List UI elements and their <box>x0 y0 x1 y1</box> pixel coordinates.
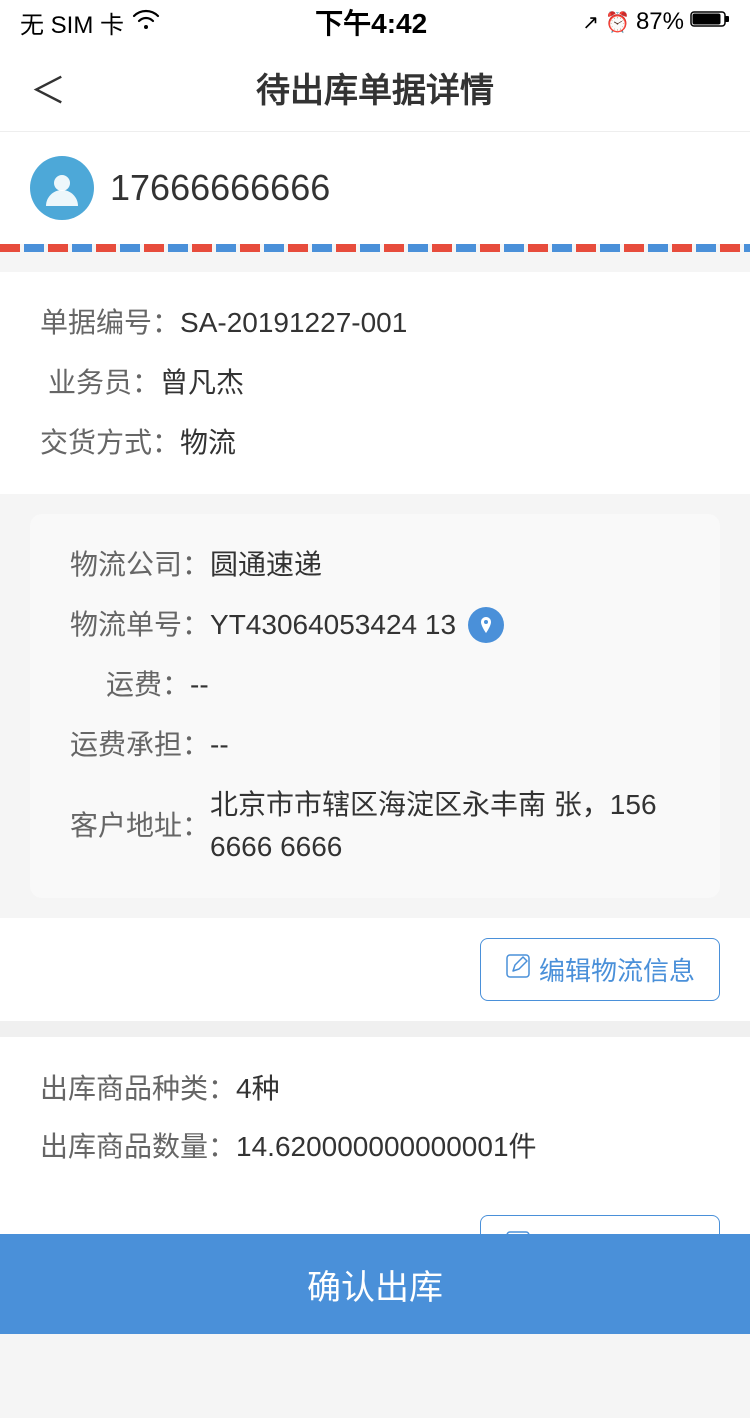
confirm-btn-container[interactable]: 确认出库 <box>0 1234 750 1334</box>
edit-logistics-label: 编辑物流信息 <box>539 951 695 988</box>
location-status-icon: ↗ <box>582 10 599 35</box>
battery-label: 87% <box>636 8 684 36</box>
freight-bearer-label: 运费承担： <box>70 724 210 766</box>
goods-types-label: 出库商品种类： <box>40 1067 236 1107</box>
confirm-btn-label: 确认出库 <box>307 1260 443 1309</box>
back-button[interactable]: ＜ <box>30 62 66 114</box>
dashed-divider <box>0 244 750 252</box>
alarm-icon: ⏰ <box>605 10 630 35</box>
section-divider <box>0 1021 750 1037</box>
wifi-icon <box>132 8 160 36</box>
goods-section: 出库商品种类： 4种 出库商品数量： 14.620000000000001件 <box>0 1037 750 1195</box>
tracking-number: YT43064053424 13 <box>210 604 456 646</box>
status-time: 下午4:42 <box>315 2 427 42</box>
avatar <box>30 156 94 220</box>
salesman-value: 曾凡杰 <box>160 362 710 404</box>
freight-label: 运费： <box>70 664 190 706</box>
edit-btn-container: 编辑物流信息 <box>0 918 750 1021</box>
goods-types-row: 出库商品种类： 4种 <box>40 1067 710 1107</box>
freight-bearer-value: -- <box>210 724 680 766</box>
edit-logistics-button[interactable]: 编辑物流信息 <box>480 938 720 1001</box>
freight-bearer-row: 运费承担： -- <box>70 724 680 766</box>
address-value: 北京市市辖区海淀区永丰南 张，156 6666 6666 <box>210 784 680 868</box>
page-title: 待出库单据详情 <box>256 63 494 112</box>
basic-info-section: 单据编号： SA-20191227-001 业务员： 曾凡杰 交货方式： 物流 <box>0 272 750 494</box>
user-phone: 17666666666 <box>110 167 330 209</box>
nav-bar: ＜ 待出库单据详情 <box>0 44 750 132</box>
salesman-label: 业务员： <box>40 362 160 404</box>
goods-quantity-row: 出库商品数量： 14.620000000000001件 <box>40 1125 710 1165</box>
company-label: 物流公司： <box>70 544 210 586</box>
status-right: ↗ ⏰ 87% <box>582 8 730 36</box>
tracking-row: 物流单号： YT43064053424 13 <box>70 604 680 646</box>
goods-quantity-label: 出库商品数量： <box>40 1125 236 1165</box>
edit-icon <box>505 953 531 986</box>
company-row: 物流公司： 圆通速递 <box>70 544 680 586</box>
freight-value: -- <box>190 664 680 706</box>
order-no-label: 单据编号： <box>40 302 180 344</box>
tracking-value-container: YT43064053424 13 <box>210 604 680 646</box>
order-no-value: SA-20191227-001 <box>180 302 710 344</box>
status-bar: 无 SIM 卡 下午4:42 ↗ ⏰ 87% <box>0 0 750 44</box>
delivery-label: 交货方式： <box>40 422 180 464</box>
battery-icon <box>690 8 730 36</box>
carrier-label: 无 SIM 卡 <box>20 5 124 40</box>
order-no-row: 单据编号： SA-20191227-001 <box>40 302 710 344</box>
logistics-card: 物流公司： 圆通速递 物流单号： YT43064053424 13 运费： --… <box>30 514 720 898</box>
goods-quantity-value: 14.620000000000001件 <box>236 1125 537 1165</box>
goods-types-value: 4种 <box>236 1067 280 1107</box>
company-value: 圆通速递 <box>210 544 680 586</box>
user-header: 17666666666 <box>0 132 750 244</box>
map-location-icon[interactable] <box>468 607 504 643</box>
freight-row: 运费： -- <box>70 664 680 706</box>
delivery-value: 物流 <box>180 422 710 464</box>
delivery-row: 交货方式： 物流 <box>40 422 710 464</box>
address-row: 客户地址： 北京市市辖区海淀区永丰南 张，156 6666 6666 <box>70 784 680 868</box>
tracking-label: 物流单号： <box>70 604 210 646</box>
address-label: 客户地址： <box>70 805 210 847</box>
salesman-row: 业务员： 曾凡杰 <box>40 362 710 404</box>
status-left: 无 SIM 卡 <box>20 5 160 40</box>
